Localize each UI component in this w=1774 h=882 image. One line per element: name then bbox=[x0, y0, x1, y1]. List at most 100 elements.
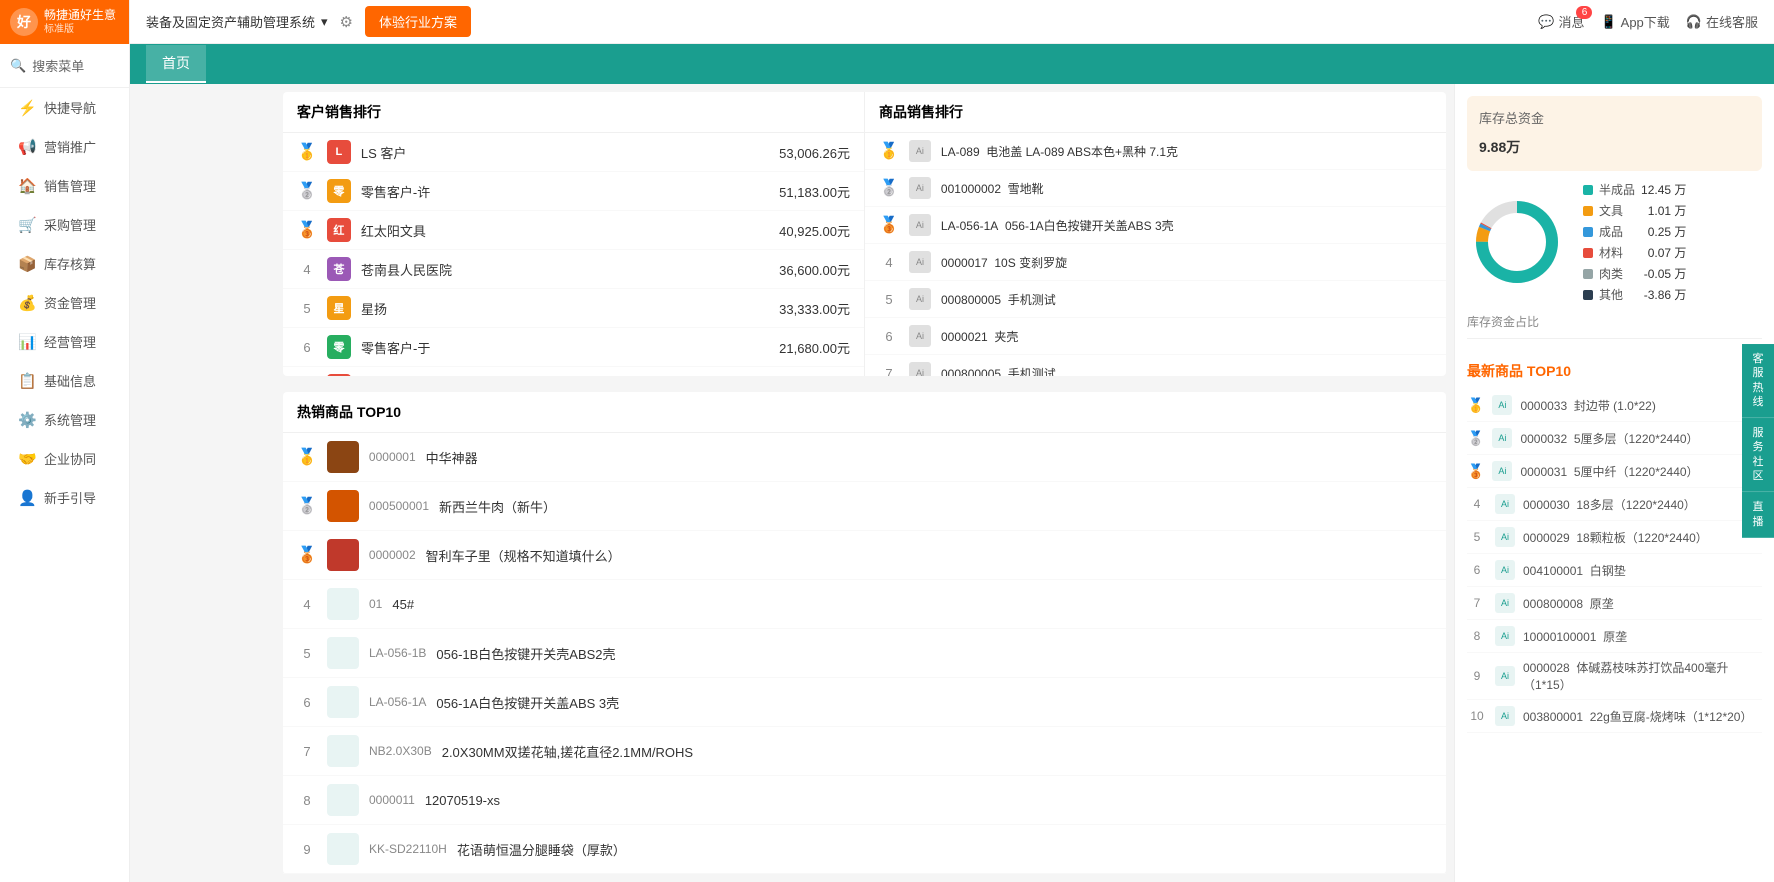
product-info: 0000030 18多层（1220*2440） bbox=[1523, 496, 1762, 513]
hot-products-header: 热销商品 TOP10 bbox=[283, 392, 1446, 433]
nav-tabs: 首页 bbox=[130, 44, 1774, 84]
inventory-title: 库存总资金 bbox=[1479, 108, 1750, 127]
product-code: 0000002 bbox=[369, 548, 416, 562]
inventory-legend: 半成品 12.45 万 文具 1.01 万 成品 0.25 万 bbox=[1583, 181, 1686, 303]
product-thumbnail: Ai bbox=[909, 140, 931, 162]
legend-label: 肉类 bbox=[1599, 265, 1638, 282]
customer-name: 红太阳文具 bbox=[361, 221, 769, 240]
sidebar-item-system[interactable]: ⚙️ 系统管理 bbox=[0, 400, 129, 439]
product-info: 0000033 封边带 (1.0*22) bbox=[1520, 397, 1762, 414]
product-info: 000800008 原垄 bbox=[1523, 595, 1762, 612]
medal-icon: 🥈 bbox=[879, 178, 899, 198]
legend-label: 材料 bbox=[1599, 244, 1642, 261]
rank-number: 8 bbox=[1467, 629, 1487, 643]
sidebar-item-inventory[interactable]: 📦 库存核算 bbox=[0, 244, 129, 283]
product-info: 0000017 10S 变刹罗旋 bbox=[941, 254, 1067, 271]
sidebar-item-purchase[interactable]: 🛒 采购管理 bbox=[0, 205, 129, 244]
table-row: 7 云 云扬 7,680.00元 bbox=[283, 367, 864, 376]
trial-button[interactable]: 体验行业方案 bbox=[365, 6, 471, 37]
quick-nav-icon: ⚡ bbox=[18, 99, 36, 117]
legend-value: -3.86 万 bbox=[1644, 286, 1687, 303]
customer-amount: 53,006.26元 bbox=[779, 143, 850, 162]
legend-color bbox=[1583, 269, 1593, 279]
sidebar-logo: 好 畅捷通好生意 标准版 bbox=[0, 0, 129, 44]
product-name: 新西兰牛肉（新牛） bbox=[439, 497, 556, 516]
rank-number: 7 bbox=[297, 744, 317, 759]
product-info: 000800005 手机测试 bbox=[941, 291, 1056, 308]
product-name: 花语萌恒温分腿睡袋（厚款） bbox=[457, 840, 626, 859]
product-code: 000500001 bbox=[369, 499, 429, 513]
sidebar-item-marketing[interactable]: 📢 营销推广 bbox=[0, 127, 129, 166]
settings-icon[interactable]: ⚙ bbox=[340, 13, 353, 31]
product-code: 01 bbox=[369, 597, 382, 611]
table-row: 4 Ai 0000017 10S 变刹罗旋 bbox=[865, 244, 1446, 281]
table-row: 5 星 星扬 33,333.00元 bbox=[283, 289, 864, 328]
legend-color bbox=[1583, 206, 1593, 216]
product-ranking-header: 商品销售排行 bbox=[865, 92, 1446, 133]
inventory-icon: 📦 bbox=[18, 255, 36, 273]
product-info: 0000032 5厘多层（1220*2440） bbox=[1520, 430, 1762, 447]
product-code: KK-SD22110H bbox=[369, 842, 447, 856]
product-thumbnail: Ai bbox=[1492, 395, 1512, 415]
list-item: 6 LA-056-1A 056-1A白色按键开关盖ABS 3壳 bbox=[283, 678, 1446, 727]
topbar: 装备及固定资产辅助管理系统 ▾ ⚙ 体验行业方案 💬 消息 6 📱 App下载 … bbox=[130, 0, 1774, 44]
search-menu-btn[interactable]: 🔍 搜索菜单 bbox=[0, 44, 129, 88]
medal-icon: 🥈 bbox=[297, 181, 317, 201]
new-products-section: 最新商品 TOP10 🥇 Ai 0000033 封边带 (1.0*22) 🥈 A… bbox=[1455, 351, 1774, 743]
avatar: 星 bbox=[327, 296, 351, 320]
list-item: 7 Ai 000800008 原垄 bbox=[1467, 587, 1762, 620]
live-stream-button[interactable]: 直播 bbox=[1742, 492, 1774, 538]
sidebar-item-operations[interactable]: 📊 经营管理 bbox=[0, 322, 129, 361]
legend-value: 12.45 万 bbox=[1641, 181, 1686, 198]
inventory-unit: 万 bbox=[1506, 139, 1520, 155]
customer-service-button[interactable]: 客服热线 bbox=[1742, 344, 1774, 418]
sidebar-item-enterprise[interactable]: 🤝 企业协同 bbox=[0, 439, 129, 478]
list-item: 4 Ai 0000030 18多层（1220*2440） bbox=[1467, 488, 1762, 521]
legend-item-meat: 肉类 -0.05 万 bbox=[1583, 265, 1686, 282]
customer-amount: 21,680.00元 bbox=[779, 338, 850, 357]
product-thumbnail: Ai bbox=[909, 325, 931, 347]
system-icon: ⚙️ bbox=[18, 411, 36, 429]
product-info: 004100001 白钢垫 bbox=[1523, 562, 1762, 579]
message-badge: 6 bbox=[1576, 6, 1592, 19]
logo-text: 畅捷通好生意 标准版 bbox=[44, 8, 116, 37]
list-item: 9 Ai 0000028 体碱荔枝味苏打饮品400毫升（1*15） bbox=[1467, 653, 1762, 700]
product-thumbnail: Ai bbox=[1492, 428, 1512, 448]
purchase-icon: 🛒 bbox=[18, 216, 36, 234]
rank-number: 9 bbox=[297, 842, 317, 857]
online-service-button[interactable]: 🎧 在线客服 bbox=[1686, 12, 1758, 31]
customer-ranking-header: 客户销售排行 bbox=[283, 92, 864, 133]
table-row: 7 Ai 000800005 手机测试 bbox=[865, 355, 1446, 376]
search-input[interactable]: 🔍 搜索菜单 bbox=[10, 52, 119, 79]
list-item: 6 Ai 004100001 白钢垫 bbox=[1467, 554, 1762, 587]
customer-ranking: 客户销售排行 🥇 L LS 客户 53,006.26元 🥈 零 零售客户-许 bbox=[283, 92, 864, 376]
product-info: 003800001 22g鱼豆腐-烧烤味（1*12*20） bbox=[1523, 708, 1762, 725]
medal-icon: 🥉 bbox=[879, 215, 899, 235]
system-selector[interactable]: 装备及固定资产辅助管理系统 ▾ bbox=[146, 12, 328, 31]
tab-home[interactable]: 首页 bbox=[146, 45, 206, 83]
medal-icon: 🥇 bbox=[1467, 397, 1484, 414]
sidebar-item-basic-info[interactable]: 📋 基础信息 bbox=[0, 361, 129, 400]
messages-button[interactable]: 💬 消息 6 bbox=[1538, 12, 1584, 31]
product-code: LA-056-1B bbox=[369, 646, 426, 660]
legend-value: 0.07 万 bbox=[1648, 244, 1687, 261]
ranking-combined: 客户销售排行 🥇 L LS 客户 53,006.26元 🥈 零 零售客户-许 bbox=[283, 92, 1446, 376]
sidebar-item-newbie[interactable]: 👤 新手引导 bbox=[0, 478, 129, 517]
table-row: 🥈 Ai 001000002 雪地靴 bbox=[865, 170, 1446, 207]
sidebar-item-finance[interactable]: 💰 资金管理 bbox=[0, 283, 129, 322]
sidebar-nav: ⚡ 快捷导航 📢 营销推广 🏠 销售管理 🛒 采购管理 📦 库存核算 💰 资金管… bbox=[0, 88, 129, 882]
list-item: 🥈 000500001 新西兰牛肉（新牛） bbox=[283, 482, 1446, 531]
legend-item-stationery: 文具 1.01 万 bbox=[1583, 202, 1686, 219]
customer-name: 零售客户-于 bbox=[361, 338, 769, 357]
system-name: 装备及固定资产辅助管理系统 bbox=[146, 12, 315, 31]
customer-ranking-table: 🥇 L LS 客户 53,006.26元 🥈 零 零售客户-许 51,183.0… bbox=[283, 133, 864, 376]
main-area: 装备及固定资产辅助管理系统 ▾ ⚙ 体验行业方案 💬 消息 6 📱 App下载 … bbox=[130, 0, 1774, 882]
service-community-button[interactable]: 服务社区 bbox=[1742, 418, 1774, 492]
sidebar-item-sales[interactable]: 🏠 销售管理 bbox=[0, 166, 129, 205]
app-download-button[interactable]: 📱 App下载 bbox=[1600, 12, 1669, 31]
legend-value: 1.01 万 bbox=[1648, 202, 1687, 219]
sidebar-item-quick-nav[interactable]: ⚡ 快捷导航 bbox=[0, 88, 129, 127]
rank-number: 6 bbox=[297, 340, 317, 355]
rank-number: 6 bbox=[879, 329, 899, 344]
table-row: 6 Ai 0000021 夹壳 bbox=[865, 318, 1446, 355]
